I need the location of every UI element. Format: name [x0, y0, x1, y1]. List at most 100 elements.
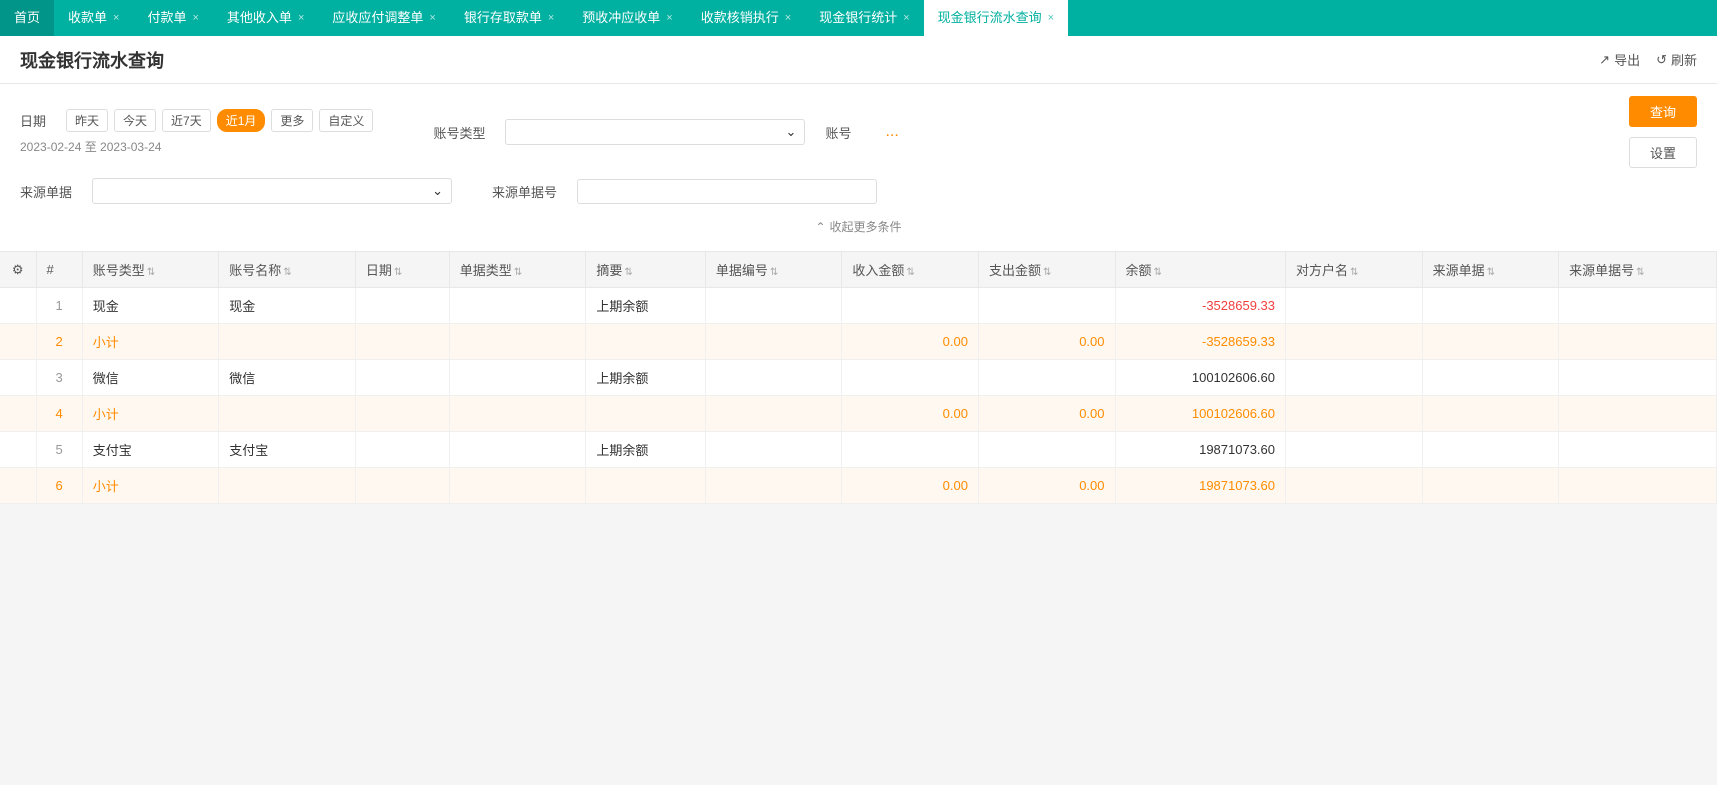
th-source-doc-no[interactable]: 来源单据号⇅: [1559, 252, 1717, 288]
th-balance[interactable]: 余额⇅: [1115, 252, 1286, 288]
table-cell: [1286, 324, 1423, 360]
nav-close-icon[interactable]: ×: [548, 0, 554, 36]
settings-button[interactable]: 设置: [1629, 137, 1697, 168]
export-label: 导出: [1614, 50, 1640, 69]
table-row: 2小计0.000.00-3528659.33: [0, 324, 1717, 360]
nav-close-icon[interactable]: ×: [192, 0, 198, 36]
table-cell: -3528659.33: [1115, 324, 1286, 360]
table-cell: [1422, 468, 1559, 504]
th-counterpart[interactable]: 对方户名⇅: [1286, 252, 1423, 288]
table-cell: [978, 288, 1115, 324]
table-cell: [705, 396, 842, 432]
table-cell: [355, 396, 449, 432]
table-cell: [586, 468, 706, 504]
table-container: ⚙ # 账号类型⇅ 账号名称⇅ 日期⇅ 单据类型⇅ 摘要⇅ 单据编号⇅ 收入金额…: [0, 252, 1717, 504]
nav-item-首页[interactable]: 首页: [0, 0, 54, 36]
nav-close-icon[interactable]: ×: [113, 0, 119, 36]
th-source-doc[interactable]: 来源单据⇅: [1422, 252, 1559, 288]
table-cell: 0.00: [978, 324, 1115, 360]
table-cell: 0.00: [842, 468, 979, 504]
table-cell: [0, 432, 36, 468]
table-cell: -3528659.33: [1115, 288, 1286, 324]
action-buttons: 查询 设置: [1629, 96, 1697, 168]
table-cell: [1422, 324, 1559, 360]
nav-item-预收冲应收单[interactable]: 预收冲应收单×: [568, 0, 686, 36]
table-cell: [1559, 432, 1717, 468]
table-cell: [1422, 432, 1559, 468]
page-title: 现金银行流水查询: [20, 47, 164, 73]
table-cell: [705, 468, 842, 504]
query-button[interactable]: 查询: [1629, 96, 1697, 127]
date-btn-more[interactable]: 更多: [271, 109, 313, 132]
nav-close-icon[interactable]: ×: [298, 0, 304, 36]
th-settings[interactable]: ⚙: [0, 252, 36, 288]
th-summary[interactable]: 摘要⇅: [586, 252, 706, 288]
filter-row-1: 日期 昨天 今天 近7天 近1月 更多 自定义 2023-02-24 至 202…: [20, 96, 1697, 168]
table-cell: 现金: [219, 288, 356, 324]
table-cell: 0.00: [842, 324, 979, 360]
account-dots-button[interactable]: ...: [885, 123, 898, 141]
table-cell: 小计: [82, 324, 219, 360]
table-cell: [355, 432, 449, 468]
refresh-button[interactable]: ↺ 刷新: [1656, 50, 1697, 69]
source-doc-num-input[interactable]: [577, 179, 877, 204]
table-cell: 3: [36, 360, 82, 396]
date-btn-custom[interactable]: 自定义: [319, 109, 373, 132]
table-cell: [219, 468, 356, 504]
table-row: 6小计0.000.0019871073.60: [0, 468, 1717, 504]
nav-close-icon[interactable]: ×: [1048, 0, 1054, 36]
source-doc-select[interactable]: ⌄: [92, 178, 452, 204]
th-account-name[interactable]: 账号名称⇅: [219, 252, 356, 288]
account-type-select[interactable]: ⌄: [505, 119, 805, 145]
table-cell: [842, 360, 979, 396]
date-btn-yesterday[interactable]: 昨天: [66, 109, 108, 132]
table-cell: 4: [36, 396, 82, 432]
th-date[interactable]: 日期⇅: [355, 252, 449, 288]
account-type-label: 账号类型: [433, 123, 485, 142]
nav-close-icon[interactable]: ×: [903, 0, 909, 36]
table-cell: 上期余额: [586, 360, 706, 396]
th-account-type[interactable]: 账号类型⇅: [82, 252, 219, 288]
table-cell: [219, 396, 356, 432]
table-cell: [1559, 360, 1717, 396]
th-income[interactable]: 收入金额⇅: [842, 252, 979, 288]
table-cell: 6: [36, 468, 82, 504]
nav-close-icon[interactable]: ×: [785, 0, 791, 36]
th-doc-type[interactable]: 单据类型⇅: [449, 252, 586, 288]
table-cell: 微信: [82, 360, 219, 396]
table-cell: [1559, 396, 1717, 432]
account-label: 账号: [825, 123, 865, 142]
date-btn-7days[interactable]: 近7天: [162, 109, 211, 132]
nav-close-icon[interactable]: ×: [666, 0, 672, 36]
th-doc-no[interactable]: 单据编号⇅: [705, 252, 842, 288]
date-btn-today[interactable]: 今天: [114, 109, 156, 132]
nav-item-其他收入单[interactable]: 其他收入单×: [213, 0, 318, 36]
table-cell: [1286, 396, 1423, 432]
nav-item-付款单[interactable]: 付款单×: [133, 0, 212, 36]
table-cell: 1: [36, 288, 82, 324]
collapse-button[interactable]: ⌃ 收起更多条件: [20, 214, 1697, 239]
date-btn-1month[interactable]: 近1月: [217, 109, 266, 132]
table-cell: [355, 288, 449, 324]
table-cell: 现金: [82, 288, 219, 324]
table-cell: [705, 324, 842, 360]
table-cell: 支付宝: [219, 432, 356, 468]
table-cell: [449, 360, 586, 396]
header-actions: ↗ 导出 ↺ 刷新: [1599, 50, 1697, 69]
table-cell: 100102606.60: [1115, 360, 1286, 396]
table-cell: [355, 360, 449, 396]
table-cell: 小计: [82, 468, 219, 504]
nav-item-收款核销执行[interactable]: 收款核销执行×: [687, 0, 805, 36]
nav-item-银行存取款单[interactable]: 银行存取款单×: [450, 0, 568, 36]
nav-item-现金银行流水查询[interactable]: 现金银行流水查询×: [924, 0, 1068, 36]
nav-item-收款单[interactable]: 收款单×: [54, 0, 133, 36]
table-cell: [449, 468, 586, 504]
date-filter-group: 日期 昨天 今天 近7天 近1月 更多 自定义 2023-02-24 至 202…: [20, 109, 373, 155]
table-cell: [355, 324, 449, 360]
export-button[interactable]: ↗ 导出: [1599, 50, 1640, 69]
nav-close-icon[interactable]: ×: [429, 0, 435, 36]
table-cell: [0, 360, 36, 396]
th-expense[interactable]: 支出金额⇅: [978, 252, 1115, 288]
nav-item-现金银行统计[interactable]: 现金银行统计×: [805, 0, 923, 36]
nav-item-应收应付调整单[interactable]: 应收应付调整单×: [318, 0, 449, 36]
